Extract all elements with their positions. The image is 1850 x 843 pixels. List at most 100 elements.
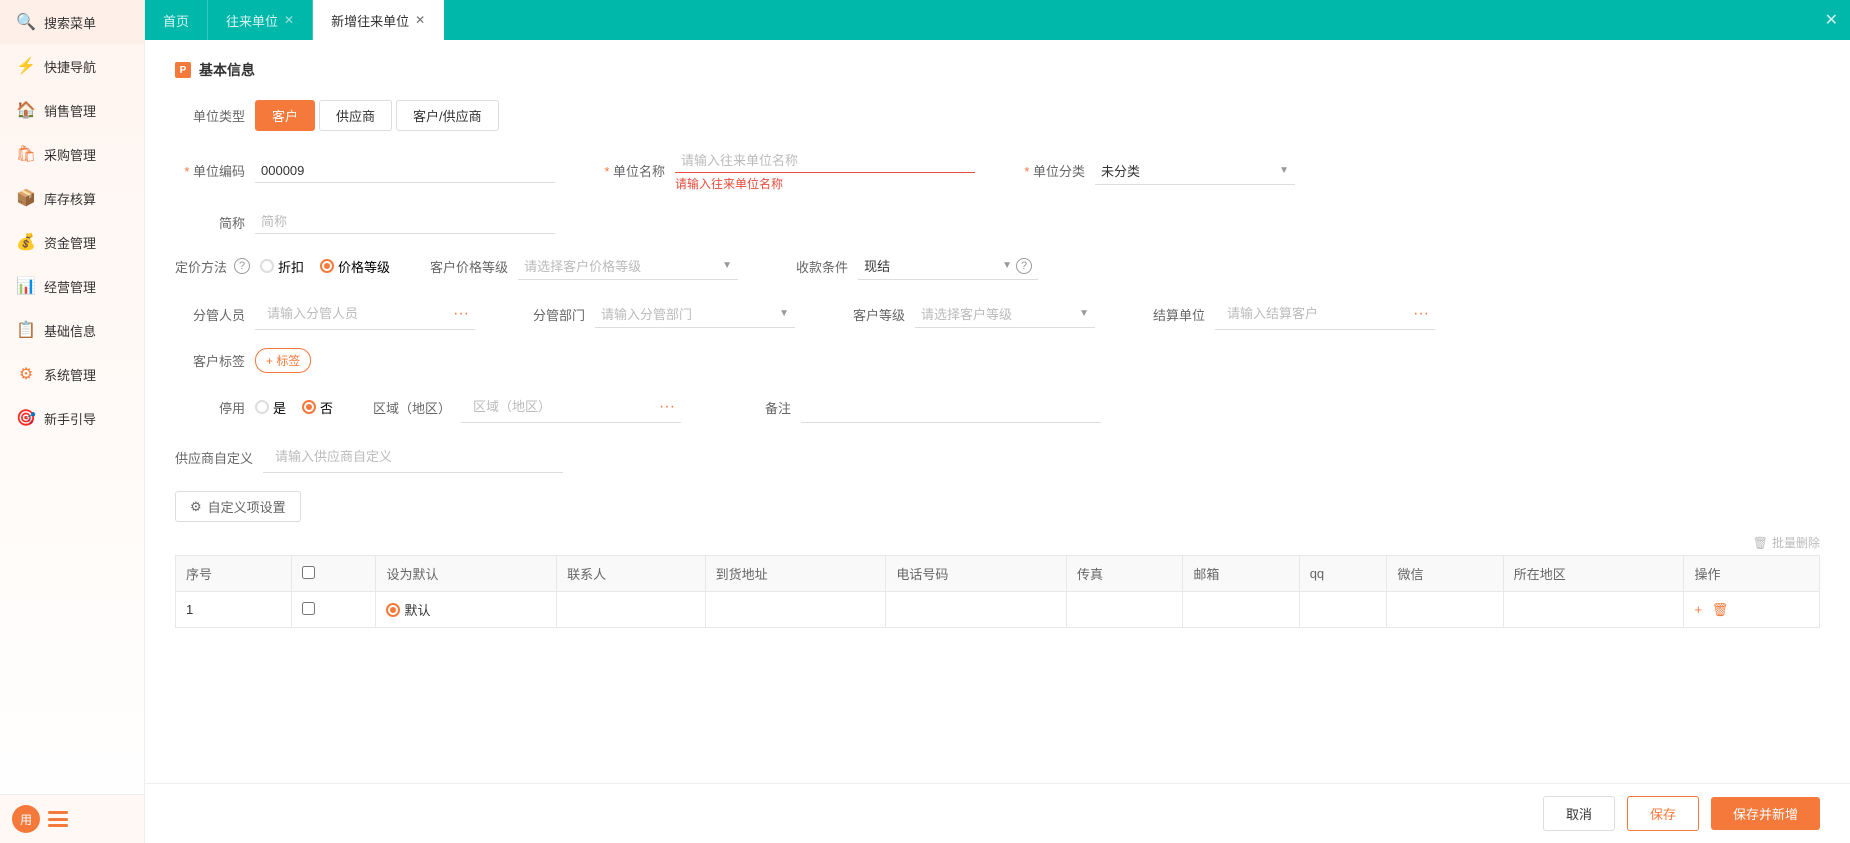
default-radio-label: 默认	[404, 600, 430, 619]
region-field: ···	[461, 391, 681, 423]
region-label: 区域（地区）	[373, 398, 461, 417]
btn-customer[interactable]: 客户	[255, 100, 315, 131]
sidebar-item-quick-nav[interactable]: ⚡ 快捷导航	[0, 44, 144, 88]
sidebar-item-inventory[interactable]: 📦 库存核算	[0, 176, 144, 220]
money-icon: 💰	[16, 232, 36, 252]
disabled-radio-group: 是 否	[255, 398, 333, 417]
col-qq: qq	[1299, 556, 1387, 592]
settlement-more-icon[interactable]: ···	[1413, 305, 1429, 323]
save-button[interactable]: 保存	[1627, 796, 1699, 831]
tab-home-label: 首页	[163, 11, 189, 30]
payment-value: 现结	[864, 256, 1002, 275]
name-label: 单位名称	[595, 161, 675, 180]
remark-label: 备注	[721, 398, 801, 417]
col-address: 到货地址	[705, 556, 886, 592]
delete-row-icon[interactable]: 🗑	[1712, 602, 1729, 617]
customer-grade-placeholder: 请选择客户等级	[921, 304, 1079, 323]
dept-chevron-icon: ▼	[779, 308, 789, 319]
default-radio[interactable]: 默认	[386, 600, 546, 619]
manager-more-icon[interactable]: ···	[453, 305, 469, 323]
abbr-row: 简称	[175, 210, 1820, 234]
customer-grade-select[interactable]: 请选择客户等级 ▼	[915, 300, 1095, 328]
tag-row: 客户标签 + 标签	[175, 348, 1820, 373]
payment-select[interactable]: 现结 ▼ ?	[858, 252, 1038, 280]
target-icon: 🎯	[16, 408, 36, 428]
settlement-input[interactable]	[1221, 302, 1409, 325]
name-input[interactable]	[675, 149, 975, 173]
category-select[interactable]: 未分类 ▼	[1095, 157, 1295, 185]
code-input[interactable]	[255, 159, 555, 183]
supplier-custom-input[interactable]	[269, 445, 557, 468]
pricing-help-icon[interactable]: ?	[234, 258, 250, 274]
dept-select[interactable]: 请输入分管部门 ▼	[595, 300, 795, 328]
radio-level-circle	[320, 259, 334, 273]
gear-icon: ⚙	[16, 364, 36, 384]
category-label: 单位分类	[1015, 161, 1095, 180]
add-tag-button[interactable]: + 标签	[255, 348, 311, 373]
radio-no[interactable]: 否	[302, 398, 333, 417]
radio-discount[interactable]: 折扣	[260, 257, 304, 276]
chart-icon: 📊	[16, 276, 36, 296]
cell-index: 1	[176, 592, 292, 628]
row-checkbox[interactable]	[302, 602, 315, 615]
tab-home[interactable]: 首页	[145, 0, 208, 40]
footer: 取消 保存 保存并新增	[145, 783, 1850, 843]
home-icon: 🏠	[16, 100, 36, 120]
select-all-checkbox[interactable]	[302, 566, 315, 579]
cell-qq	[1299, 592, 1387, 628]
cell-wechat	[1387, 592, 1503, 628]
sidebar-item-sales[interactable]: 🏠 销售管理	[0, 88, 144, 132]
radio-yes[interactable]: 是	[255, 398, 286, 417]
sidebar-item-guide[interactable]: 🎯 新手引导	[0, 396, 144, 440]
btn-both[interactable]: 客户/供应商	[396, 100, 499, 131]
custom-settings-button[interactable]: ⚙ 自定义项设置	[175, 491, 301, 522]
dept-label: 分管部门	[515, 305, 595, 324]
supplier-custom-field	[263, 441, 563, 473]
sidebar-item-system[interactable]: ⚙ 系统管理	[0, 352, 144, 396]
sidebar-item-purchase[interactable]: 🛍 采购管理	[0, 132, 144, 176]
cell-phone	[886, 592, 1067, 628]
tab-new-partner-close[interactable]: ✕	[415, 13, 425, 27]
flag-icon: P	[175, 62, 191, 78]
region-more-icon[interactable]: ···	[659, 398, 675, 416]
sidebar-item-label: 库存核算	[44, 189, 96, 208]
default-radio-circle	[386, 603, 400, 617]
form-content: P 基本信息 单位类型 客户 供应商 客户/供应商 单位编码 单位名称 请输入往…	[145, 40, 1850, 783]
tab-partners[interactable]: 往来单位 ✕	[208, 0, 313, 40]
pricing-radio-group: 折扣 价格等级	[260, 257, 390, 276]
col-email: 邮箱	[1183, 556, 1299, 592]
cell-region	[1503, 592, 1684, 628]
menu-icon[interactable]	[48, 811, 68, 827]
tab-partners-close[interactable]: ✕	[284, 13, 294, 27]
radio-level[interactable]: 价格等级	[320, 257, 390, 276]
btn-supplier[interactable]: 供应商	[319, 100, 392, 131]
close-all-button[interactable]: ✕	[1813, 0, 1850, 40]
tab-partners-label: 往来单位	[226, 11, 278, 30]
customer-level-select[interactable]: 请选择客户价格等级 ▼	[518, 252, 738, 280]
region-input[interactable]	[467, 395, 655, 418]
unit-type-group: 客户 供应商 客户/供应商	[255, 100, 499, 131]
unit-type-label: 单位类型	[175, 106, 255, 125]
remark-input[interactable]	[807, 395, 1095, 418]
main-area: 首页 往来单位 ✕ 新增往来单位 ✕ ✕ P 基本信息 单位类型 客户 供应商 …	[145, 0, 1850, 843]
sidebar-item-search[interactable]: 🔍 搜索菜单	[0, 0, 144, 44]
settings-icon: ⚙	[190, 499, 202, 515]
sidebar-item-label: 销售管理	[44, 101, 96, 120]
col-default: 设为默认	[376, 556, 557, 592]
radio-level-label: 价格等级	[338, 257, 390, 276]
payment-help-icon[interactable]: ?	[1016, 258, 1032, 274]
settlement-label: 结算单位	[1135, 305, 1215, 324]
manager-label: 分管人员	[175, 305, 255, 324]
batch-delete-label[interactable]: 批量删除	[1772, 534, 1820, 551]
sidebar-item-operations[interactable]: 📊 经营管理	[0, 264, 144, 308]
add-row-icon[interactable]: +	[1694, 602, 1702, 617]
manager-input[interactable]	[261, 302, 449, 325]
sidebar: 🔍 搜索菜单 ⚡ 快捷导航 🏠 销售管理 🛍 采购管理 📦 库存核算 💰 资金管…	[0, 0, 145, 843]
save-add-button[interactable]: 保存并新增	[1711, 797, 1820, 830]
cancel-button[interactable]: 取消	[1543, 796, 1615, 831]
tab-new-partner[interactable]: 新增往来单位 ✕	[313, 0, 444, 40]
abbr-input[interactable]	[255, 210, 555, 234]
sidebar-item-finance[interactable]: 💰 资金管理	[0, 220, 144, 264]
manager-row: 分管人员 ··· 分管部门 请输入分管部门 ▼ 客户等级 请选择客户等级 ▼ 结…	[175, 298, 1820, 330]
sidebar-item-basic-info[interactable]: 📋 基础信息	[0, 308, 144, 352]
